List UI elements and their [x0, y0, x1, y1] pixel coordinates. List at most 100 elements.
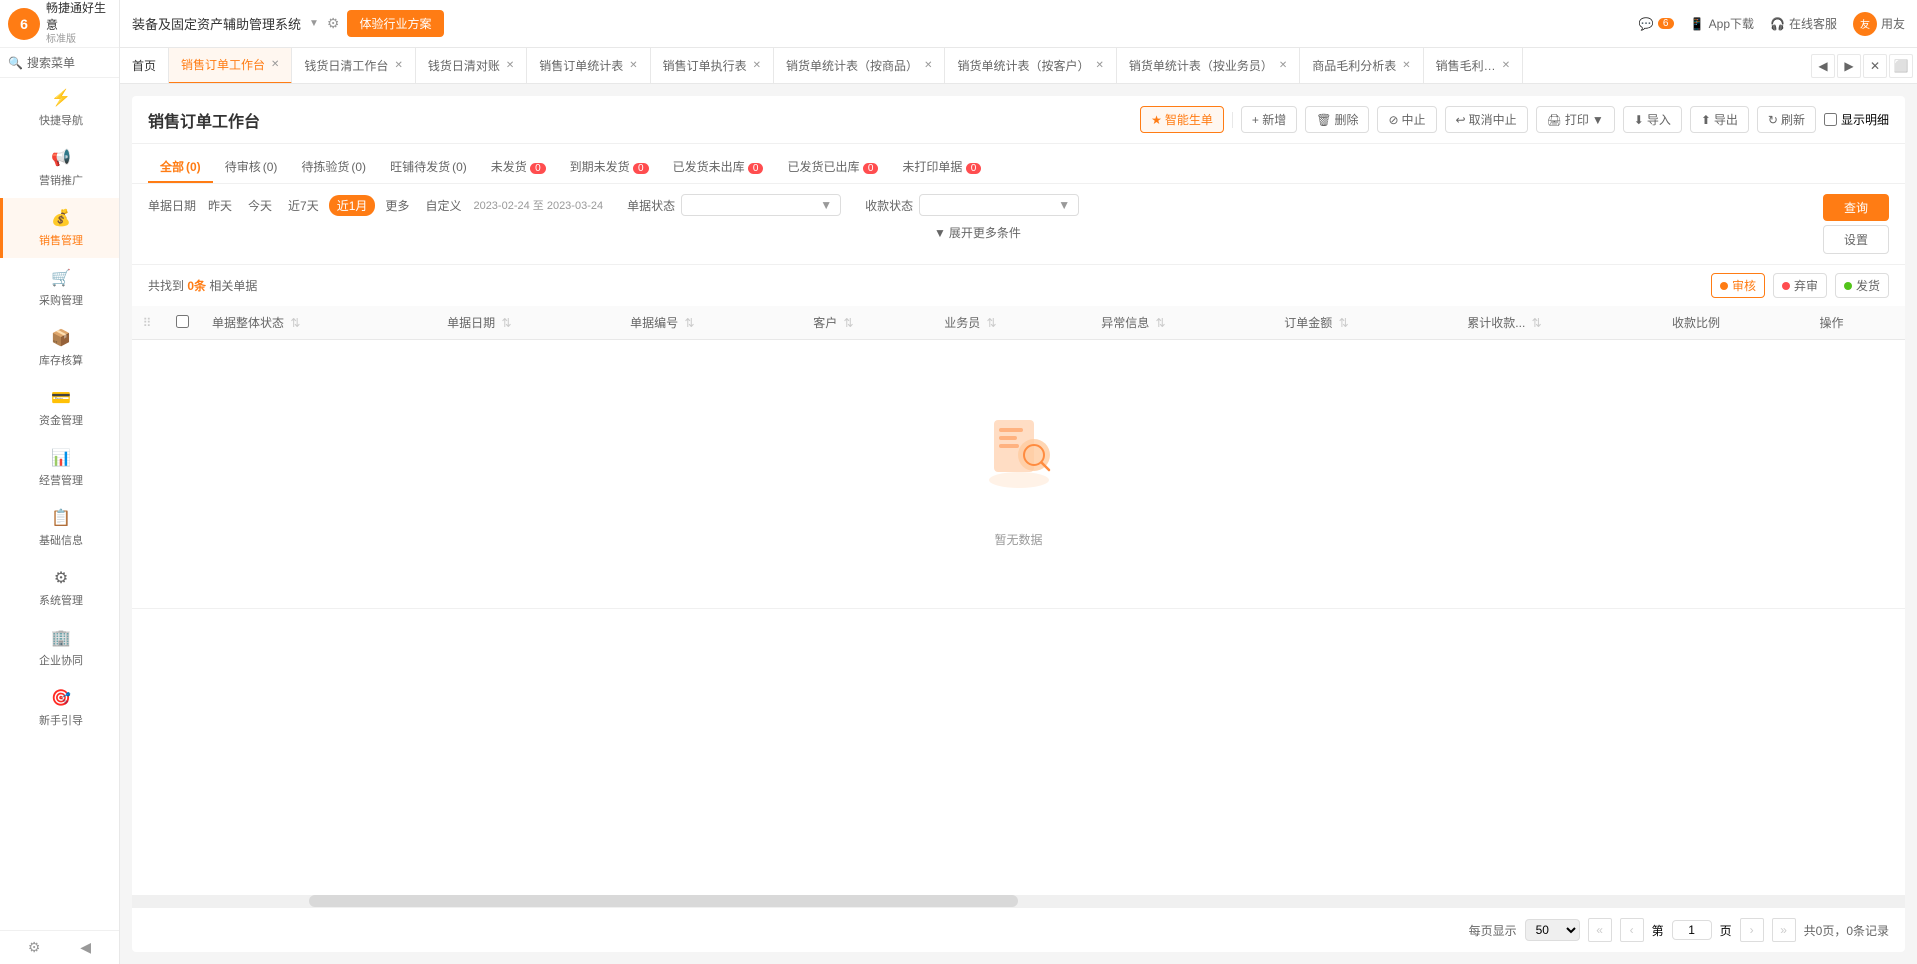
date-btn-7days[interactable]: 近7天: [282, 195, 325, 216]
date-btn-custom[interactable]: 自定义: [419, 195, 467, 216]
tab-order-exec[interactable]: 销售订单执行表 ✕: [651, 48, 774, 84]
sub-tab-all[interactable]: 全部(0): [148, 152, 213, 183]
cancel-stop-btn[interactable]: ↩ 取消中止: [1445, 106, 1528, 133]
tab-nav-close-all[interactable]: ✕: [1863, 54, 1887, 78]
tab-sales-workbench-close[interactable]: ✕: [271, 59, 279, 70]
sidebar-item-sales[interactable]: 💰 销售管理: [0, 198, 119, 258]
message-action[interactable]: 💬 6: [1639, 17, 1674, 31]
tab-sales-margin-close[interactable]: ✕: [1502, 60, 1510, 71]
sub-tab-unprinted[interactable]: 未打印单据 0: [890, 152, 993, 183]
sidebar-item-operations[interactable]: 📊 经营管理: [0, 438, 119, 498]
ship-action-btn[interactable]: 发货: [1835, 273, 1889, 298]
date-btn-more[interactable]: 更多: [379, 195, 415, 216]
tab-customer-stats-close[interactable]: ✕: [1095, 60, 1103, 71]
sidebar-collapse-btn[interactable]: ◀: [80, 939, 91, 956]
set-btn[interactable]: 设置: [1823, 225, 1889, 254]
page-input[interactable]: 1: [1672, 920, 1712, 940]
th-status[interactable]: 单据整体状态 ⇅: [202, 306, 437, 340]
industry-btn[interactable]: 体验行业方案: [347, 10, 443, 37]
show-detail-label[interactable]: 显示明细: [1824, 111, 1889, 128]
sidebar-item-finance[interactable]: 💳 资金管理: [0, 378, 119, 438]
sub-tab-pending-review[interactable]: 待审核(0): [213, 152, 290, 183]
tab-goods-stats-close[interactable]: ✕: [924, 60, 932, 71]
app-download-action[interactable]: 📱 App下载: [1690, 15, 1754, 32]
date-btn-yesterday[interactable]: 昨天: [202, 195, 238, 216]
date-btn-1month[interactable]: 近1月: [329, 195, 376, 216]
th-salesperson[interactable]: 业务员 ⇅: [934, 306, 1091, 340]
th-ratio[interactable]: 收款比例: [1662, 306, 1810, 340]
horizontal-scrollbar[interactable]: [132, 895, 1905, 907]
tab-order-stats[interactable]: 销售订单统计表 ✕: [527, 48, 650, 84]
sub-tab-overdue[interactable]: 到期未发货 0: [558, 152, 661, 183]
sub-tab-unshipped[interactable]: 未发货 0: [479, 152, 558, 183]
tab-customer-stats[interactable]: 销货单统计表（按客户） ✕: [945, 48, 1116, 84]
date-btn-today[interactable]: 今天: [242, 195, 278, 216]
tab-goods-stats[interactable]: 销货单统计表（按商品） ✕: [774, 48, 945, 84]
user-action[interactable]: 友 用友: [1853, 12, 1905, 36]
refresh-btn[interactable]: ↻ 刷新: [1757, 106, 1816, 133]
import-btn[interactable]: ⬇ 导入: [1623, 106, 1682, 133]
sidebar-item-purchase[interactable]: 🛒 采购管理: [0, 258, 119, 318]
tab-order-exec-close[interactable]: ✕: [753, 60, 761, 71]
th-date[interactable]: 单据日期 ⇅: [437, 306, 620, 340]
per-page-select[interactable]: 50 20 100: [1525, 919, 1580, 941]
sidebar-item-enterprise[interactable]: 🏢 企业协同: [0, 618, 119, 678]
tab-cash-daily[interactable]: 钱货日清工作台 ✕: [292, 48, 415, 84]
tab-order-stats-close[interactable]: ✕: [629, 60, 637, 71]
online-service-action[interactable]: 🎧 在线客服: [1770, 15, 1837, 32]
review-action-btn[interactable]: 审核: [1711, 273, 1765, 298]
th-exception[interactable]: 异常信息 ⇅: [1091, 306, 1274, 340]
tab-margin-close[interactable]: ✕: [1402, 60, 1410, 71]
tab-nav-maximize[interactable]: ⬜: [1889, 54, 1913, 78]
page-total: 共0页，0条记录: [1804, 922, 1889, 939]
tab-reconcile[interactable]: 钱货日清对账 ✕: [416, 48, 527, 84]
th-number[interactable]: 单据编号 ⇅: [620, 306, 803, 340]
tab-nav-next[interactable]: ▶: [1837, 54, 1861, 78]
scroll-thumb[interactable]: [309, 895, 1018, 907]
sidebar-item-basic-info[interactable]: 📋 基础信息: [0, 498, 119, 558]
tab-cash-daily-close[interactable]: ✕: [394, 60, 402, 71]
stop-btn[interactable]: ⊘ 中止: [1377, 106, 1436, 133]
filter-payment-select[interactable]: ▼: [919, 194, 1079, 216]
page-first-btn[interactable]: «: [1588, 918, 1612, 942]
select-all-checkbox[interactable]: [176, 315, 189, 328]
tab-nav-prev[interactable]: ◀: [1811, 54, 1835, 78]
sidebar-item-marketing[interactable]: 📢 营销推广: [0, 138, 119, 198]
page-last-btn[interactable]: »: [1772, 918, 1796, 942]
tab-sales-stats-close[interactable]: ✕: [1279, 60, 1287, 71]
sidebar-item-inventory[interactable]: 📦 库存核算: [0, 318, 119, 378]
tab-home[interactable]: 首页: [120, 48, 169, 84]
sub-tab-pending-check[interactable]: 待拣验货(0): [289, 152, 378, 183]
expand-filter-btn[interactable]: ▼ 展开更多条件: [934, 224, 1021, 241]
th-customer[interactable]: 客户 ⇅: [803, 306, 934, 340]
th-checkbox[interactable]: [162, 306, 202, 340]
filter-status-select[interactable]: ▼: [681, 194, 841, 216]
tab-sales-margin[interactable]: 销售毛利… ✕: [1424, 48, 1523, 84]
show-detail-checkbox[interactable]: [1824, 113, 1837, 126]
page-next-btn[interactable]: ›: [1740, 918, 1764, 942]
sub-tab-shipped-out[interactable]: 已发货已出库 0: [775, 152, 890, 183]
th-collected[interactable]: 累计收款... ⇅: [1457, 306, 1662, 340]
page-prev-btn[interactable]: ‹: [1620, 918, 1644, 942]
export-btn[interactable]: ⬆ 导出: [1690, 106, 1749, 133]
smart-btn[interactable]: ★ 智能生单: [1140, 106, 1224, 133]
sidebar-search[interactable]: 🔍 搜索菜单: [0, 48, 119, 78]
sub-tab-shipped-not-out[interactable]: 已发货未出库 0: [661, 152, 776, 183]
settings-icon[interactable]: ⚙: [327, 15, 340, 32]
add-btn[interactable]: + 新增: [1241, 106, 1297, 133]
tab-sales-stats[interactable]: 销货单统计表（按业务员） ✕: [1117, 48, 1300, 84]
tab-sales-workbench[interactable]: 销售订单工作台 ✕: [169, 48, 292, 84]
sidebar-settings-btn[interactable]: ⚙: [28, 939, 41, 956]
th-amount[interactable]: 订单金额 ⇅: [1274, 306, 1457, 340]
delete-btn[interactable]: 🗑 删除: [1305, 106, 1369, 133]
print-btn[interactable]: 🖨 打印 ▼: [1536, 106, 1615, 133]
sub-tab-wangpu[interactable]: 旺铺待发货(0): [378, 152, 479, 183]
sidebar-item-system[interactable]: ⚙ 系统管理: [0, 558, 119, 618]
cancel-review-action-btn[interactable]: 弃审: [1773, 273, 1827, 298]
tab-reconcile-close[interactable]: ✕: [506, 60, 514, 71]
tab-margin[interactable]: 商品毛利分析表 ✕: [1300, 48, 1423, 84]
query-btn[interactable]: 查询: [1823, 194, 1889, 221]
sidebar-item-guide[interactable]: 🎯 新手引导: [0, 678, 119, 738]
sidebar-item-quick-nav[interactable]: ⚡ 快捷导航: [0, 78, 119, 138]
system-dropdown-icon[interactable]: ▼: [309, 18, 319, 29]
